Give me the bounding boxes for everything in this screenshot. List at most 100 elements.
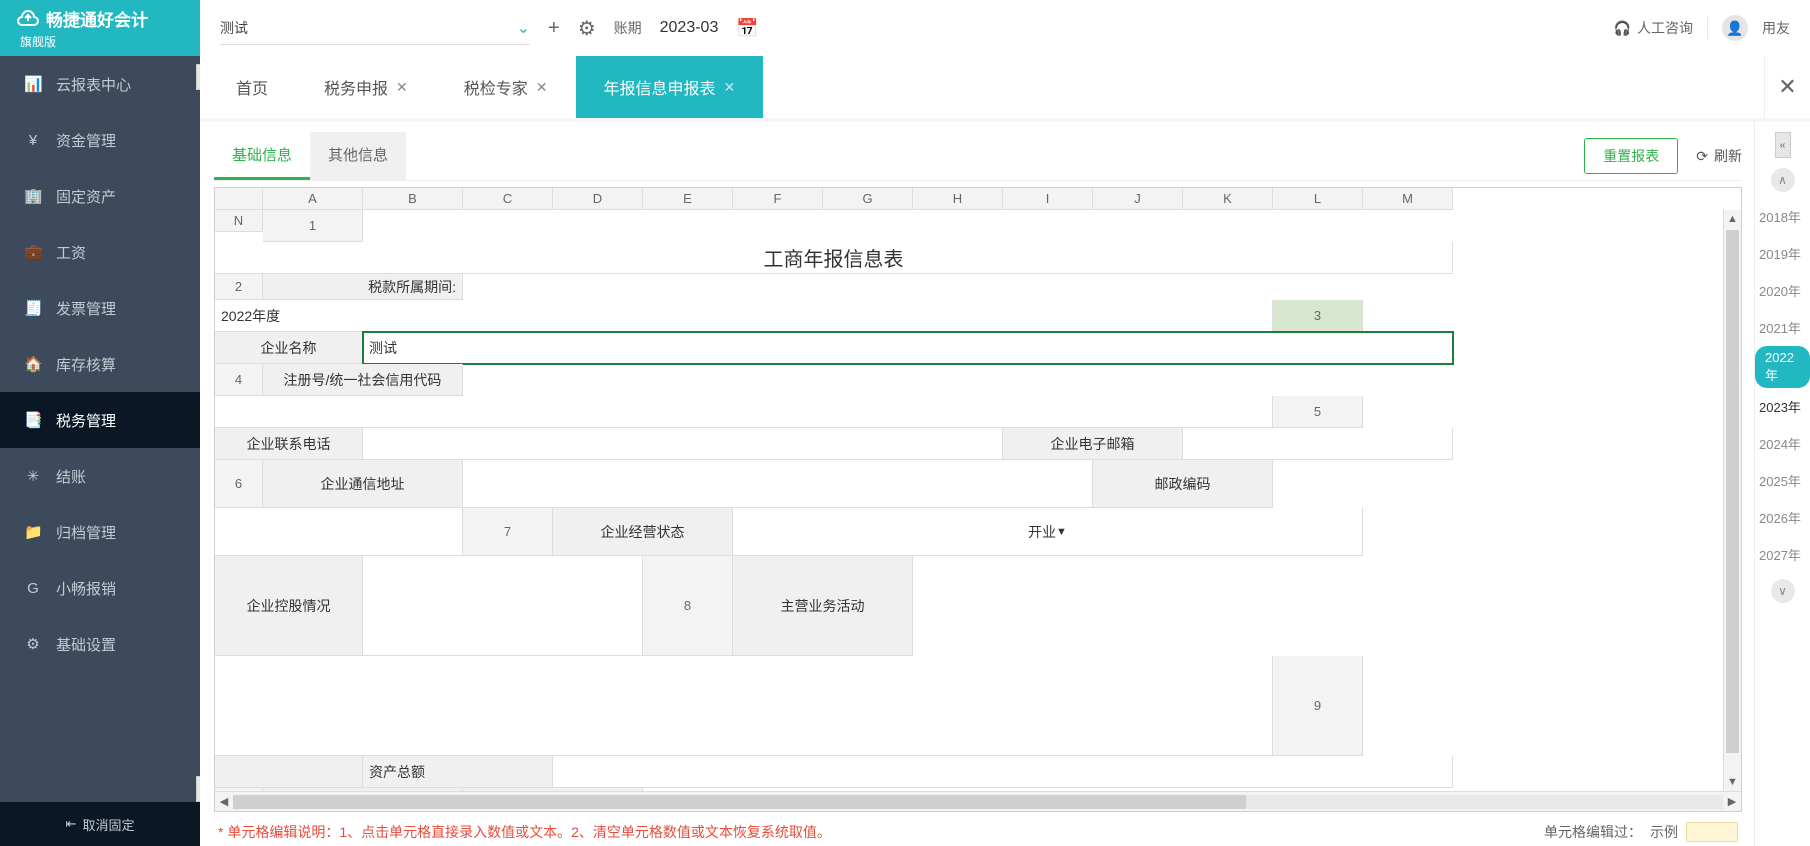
label-cell: 企业控股情况 — [215, 556, 363, 656]
close-icon[interactable]: ✕ — [724, 79, 736, 96]
settings-icon[interactable]: ⚙ — [578, 16, 596, 41]
sidebar-item[interactable]: 🧾发票管理 — [0, 280, 200, 336]
status-dropdown[interactable]: 开业 — [733, 508, 1363, 556]
legend-example: 示例 — [1650, 822, 1678, 842]
col-header: G — [823, 188, 913, 210]
page-tab[interactable]: 税务申报 ✕ — [296, 56, 436, 118]
sidebar-item[interactable]: ⚙基础设置 — [0, 616, 200, 672]
sidebar-item[interactable]: G小畅报销 — [0, 560, 200, 616]
divider — [1707, 17, 1708, 39]
sidebar-item[interactable]: 📁归档管理 — [0, 504, 200, 560]
year-option[interactable]: 2022年 — [1755, 346, 1810, 388]
account-selector[interactable]: 测试 ⌄ — [220, 12, 530, 45]
close-icon[interactable]: ✕ — [396, 79, 408, 96]
col-header: F — [733, 188, 823, 210]
year-option[interactable]: 2021年 — [1755, 309, 1810, 346]
input-cell[interactable] — [553, 756, 1453, 788]
user-avatar[interactable]: 👤 — [1722, 15, 1748, 41]
menu-icon: 🏠 — [24, 355, 42, 373]
row-header: 3 — [1273, 300, 1363, 332]
col-header: I — [1003, 188, 1093, 210]
sidebar-item-label: 资金管理 — [56, 130, 116, 151]
refresh-button[interactable]: ⟳ 刷新 — [1696, 146, 1742, 166]
col-header: J — [1093, 188, 1183, 210]
pin-icon: ⇤ — [66, 816, 77, 832]
close-icon[interactable]: ✕ — [536, 79, 548, 96]
tab-label: 税务申报 — [324, 75, 388, 99]
sidebar-item-label: 税务管理 — [56, 410, 116, 431]
year-option[interactable]: 2027年 — [1755, 536, 1810, 573]
reset-report-button[interactable]: 重置报表 — [1584, 138, 1678, 174]
col-header: A — [263, 188, 363, 210]
sidebar-item[interactable]: 🏠 库存核算 — [0, 336, 200, 392]
menu-icon: ⚙ — [24, 635, 42, 653]
sidebar-item-label: 库存核算 — [56, 354, 116, 375]
input-cell[interactable] — [363, 428, 1003, 460]
tab-label: 首页 — [236, 75, 268, 99]
input-cell[interactable] — [463, 460, 1093, 508]
row-header: 8 — [643, 556, 733, 656]
brand-icon — [16, 7, 40, 31]
page-tabs: 首页 税务申报 ✕ 税检专家 ✕ 年报信息申报表 ✕ ✕ — [200, 56, 1810, 118]
row-header: 6 — [215, 460, 263, 508]
sidebar-item[interactable]: ¥资金管理 — [0, 112, 200, 168]
sidebar-item-label: 结账 — [56, 466, 86, 487]
year-option[interactable]: 2026年 — [1755, 499, 1810, 536]
sheet-corner — [215, 188, 263, 210]
sidebar-item[interactable]: 💼工资 — [0, 224, 200, 280]
input-cell[interactable] — [215, 396, 1273, 428]
spreadsheet: ABCDEFGHIJKLMN1工商年报信息表2税款所属期间:2022年度3企业名… — [214, 187, 1742, 812]
tab-label: 年报信息申报表 — [604, 75, 716, 99]
input-cell[interactable] — [215, 508, 463, 556]
year-option[interactable]: 2020年 — [1755, 272, 1810, 309]
page-tab[interactable]: 年报信息申报表 ✕ — [576, 56, 764, 118]
year-option[interactable]: 2025年 — [1755, 462, 1810, 499]
customer-service-button[interactable]: 🎧 人工咨询 — [1614, 18, 1693, 38]
year-option[interactable]: 2018年 — [1755, 198, 1810, 235]
period-value: 2023-03 — [660, 19, 719, 37]
sidebar-item[interactable]: 📊云报表中心 — [0, 56, 200, 112]
subtab-other-info[interactable]: 其他信息 — [310, 132, 406, 180]
refresh-icon: ⟳ — [1696, 148, 1708, 165]
menu-icon: ✳ — [24, 467, 42, 485]
sidebar: ▲ 📊云报表中心¥资金管理🏢固定资产💼工资🧾发票管理🏠库存核算📑税务管理✳结账📁… — [0, 56, 200, 846]
period-value-cell: 2022年度 — [215, 300, 1273, 332]
brand-text: 畅捷通好会计 — [46, 6, 148, 31]
row-header: 9 — [1273, 656, 1363, 756]
page-tab[interactable]: 税检专家 ✕ — [436, 56, 576, 118]
year-rail-collapse[interactable]: « — [1775, 132, 1791, 158]
sidebar-item[interactable]: 📑税务管理 — [0, 392, 200, 448]
year-option[interactable]: 2023年 — [1755, 388, 1810, 425]
vertical-scrollbar[interactable]: ▲ ▼ — [1723, 210, 1741, 791]
subtab-basic-info[interactable]: 基础信息 — [214, 132, 310, 180]
row-header: 4 — [215, 364, 263, 396]
year-option[interactable]: 2019年 — [1755, 235, 1810, 272]
sidebar-item-label: 云报表中心 — [56, 74, 131, 95]
calendar-icon[interactable]: 📅 — [736, 18, 758, 39]
add-account-button[interactable]: + — [548, 17, 560, 40]
close-all-tabs-button[interactable]: ✕ — [1764, 56, 1810, 118]
year-option[interactable]: 2024年 — [1755, 425, 1810, 462]
input-cell[interactable] — [363, 556, 643, 656]
company-name-cell[interactable]: 测试 — [363, 332, 1453, 364]
row-header: 1 — [263, 210, 363, 242]
sidebar-unpin-button[interactable]: ⇤ 取消固定 — [0, 802, 200, 846]
menu-icon: G — [24, 580, 42, 597]
sidebar-item[interactable]: 🏢固定资产 — [0, 168, 200, 224]
page-tab[interactable]: 首页 — [208, 56, 296, 118]
menu-icon: 🏢 — [24, 187, 42, 205]
tab-label: 税检专家 — [464, 75, 528, 99]
label-cell: 邮政编码 — [1093, 460, 1273, 508]
input-cell[interactable] — [1183, 428, 1453, 460]
col-header: K — [1183, 188, 1273, 210]
sidebar-item-label: 归档管理 — [56, 522, 116, 543]
horizontal-scrollbar[interactable]: ◀ ▶ — [215, 791, 1741, 811]
label-cell: 主营业务活动 — [733, 556, 913, 656]
year-scroll-up[interactable]: ∧ — [1771, 168, 1795, 192]
row-header: 5 — [1273, 396, 1363, 428]
input-cell[interactable] — [215, 656, 1273, 756]
edit-instructions: * 单元格编辑说明：1、点击单元格直接录入数值或文本。2、清空单元格数值或文本恢… — [218, 822, 831, 842]
sidebar-item[interactable]: ✳ 结账 — [0, 448, 200, 504]
period-label: 账期 — [614, 18, 642, 38]
year-scroll-down[interactable]: ∨ — [1771, 579, 1795, 603]
